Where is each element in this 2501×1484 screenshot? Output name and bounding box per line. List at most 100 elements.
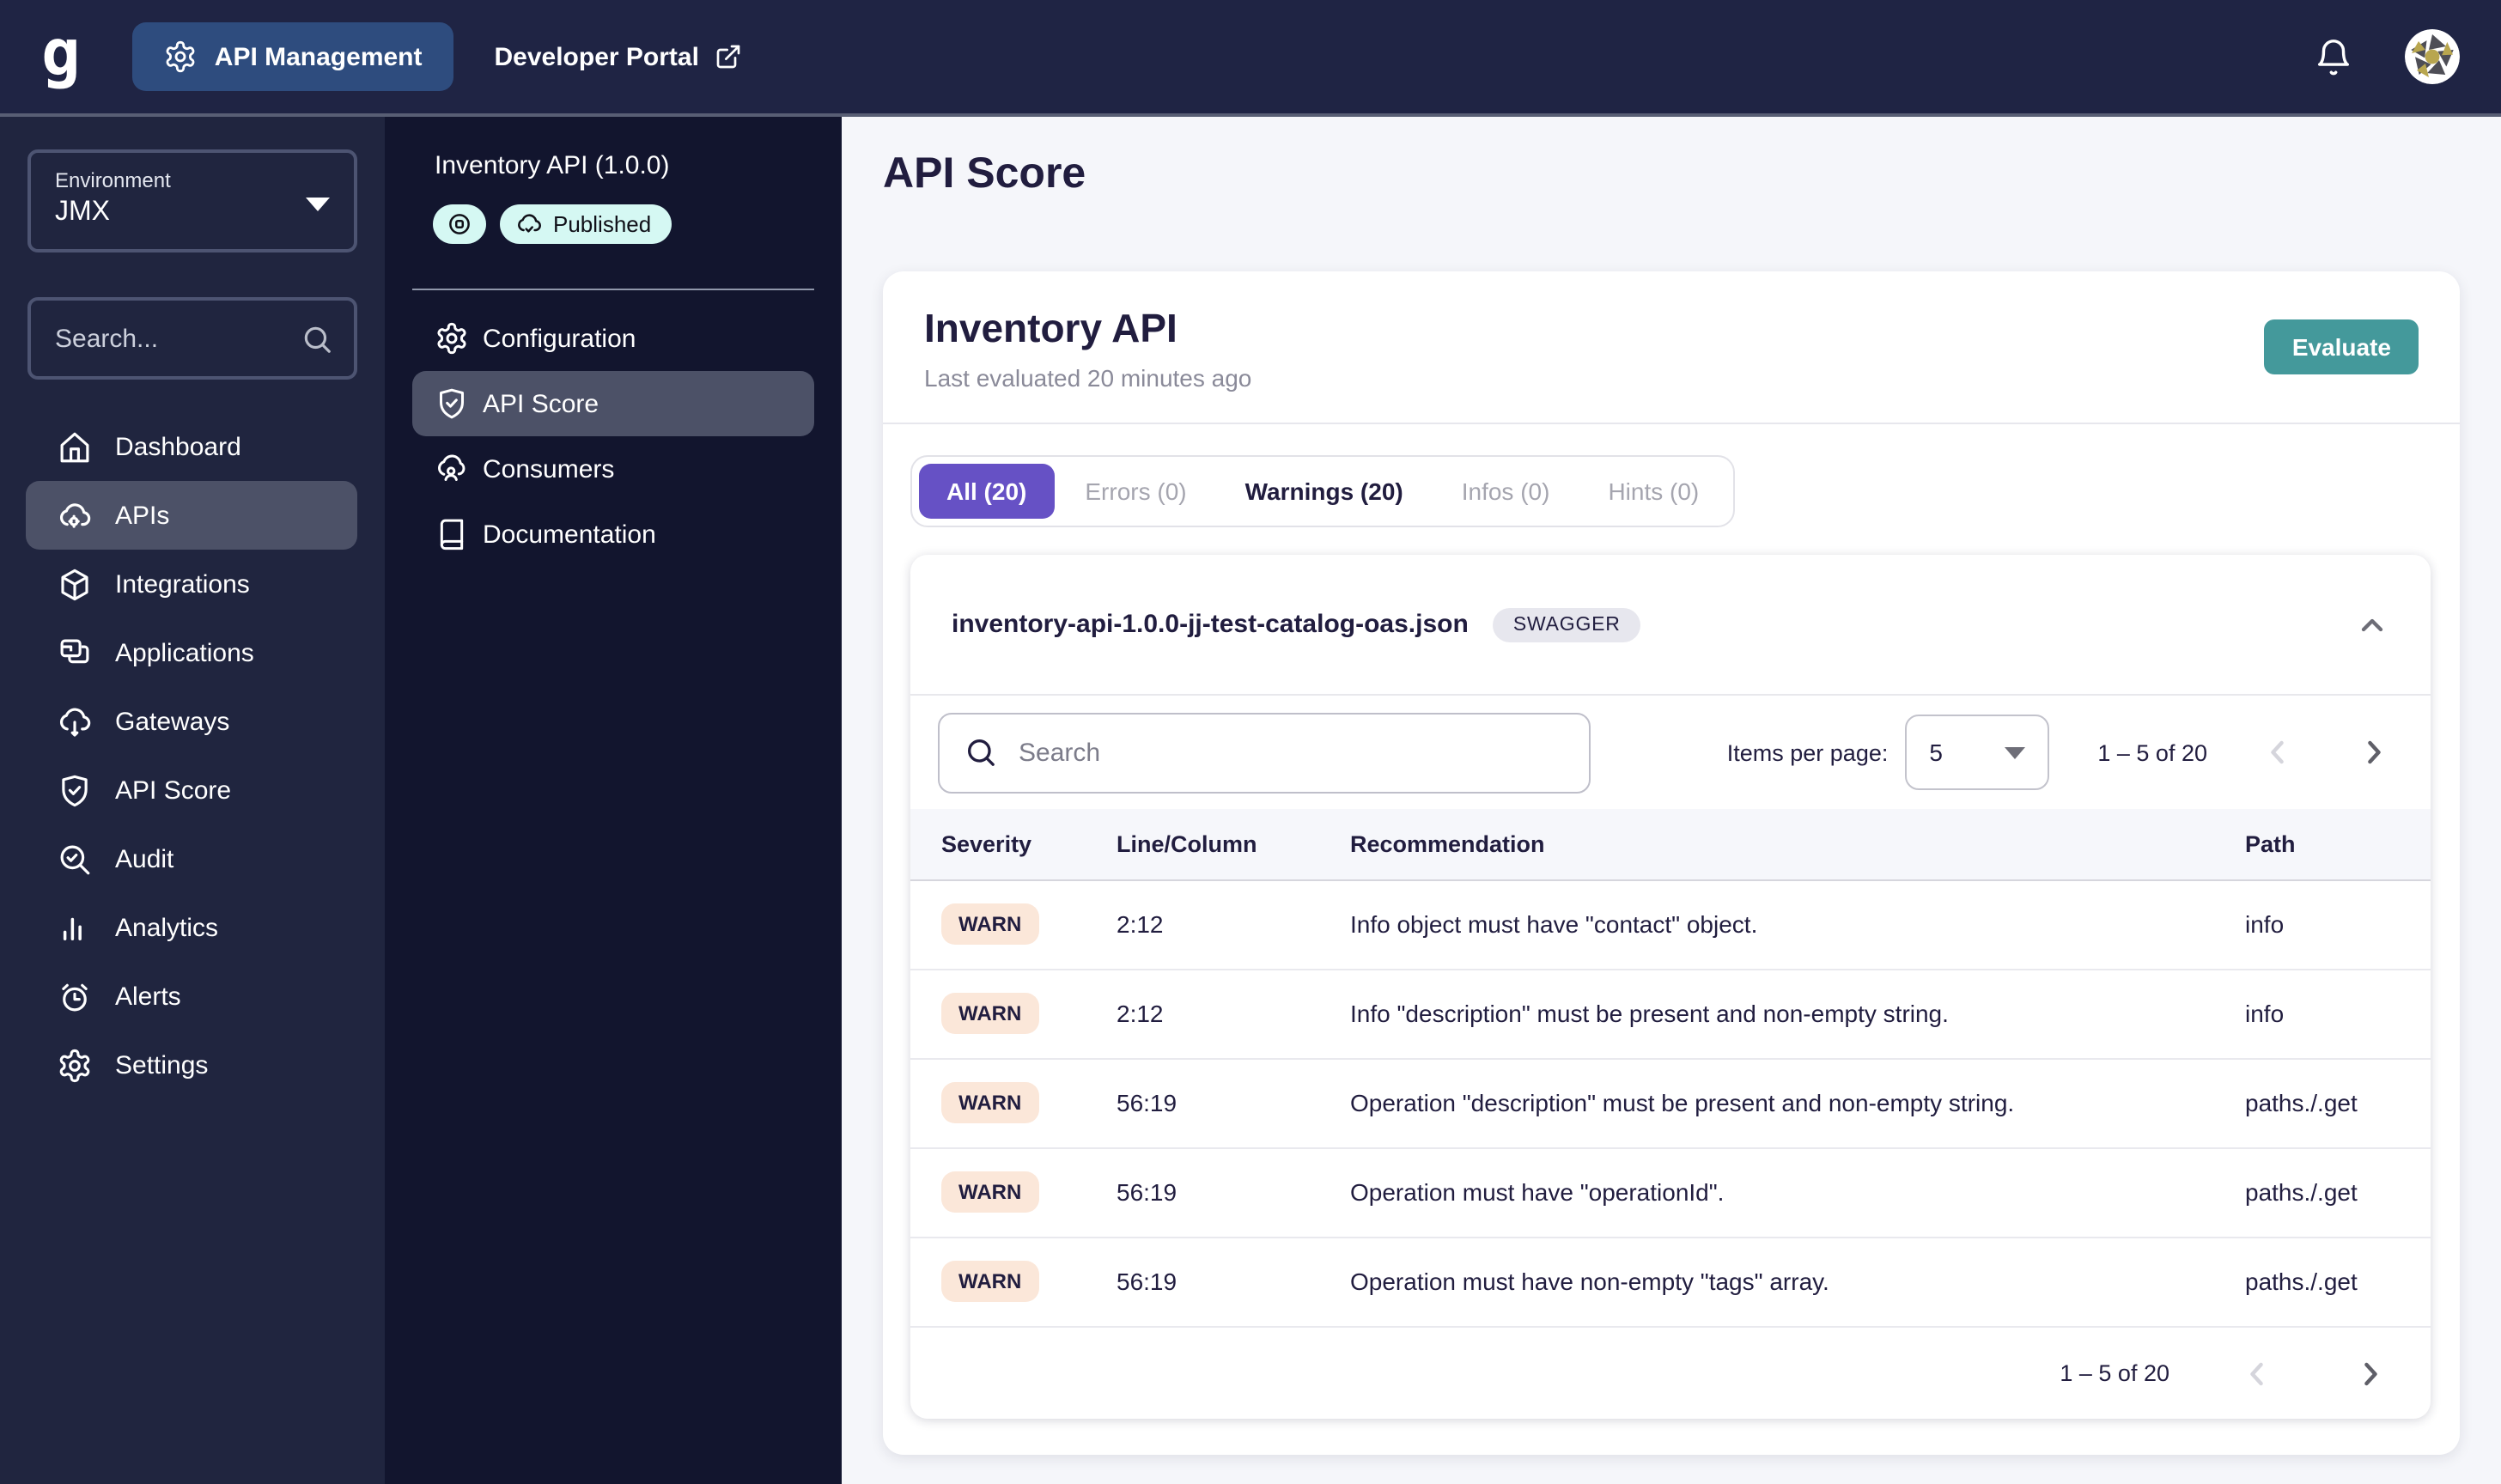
windows-icon <box>57 635 93 671</box>
sidebar-search-input[interactable] <box>55 324 301 353</box>
table-row: WARN 56:19 Operation must have non-empty… <box>910 1237 2431 1326</box>
cloud-download-icon <box>57 703 93 739</box>
column-severity: Severity <box>910 809 1117 880</box>
shield-check-icon <box>57 772 93 808</box>
alarm-clock-icon <box>57 978 93 1014</box>
column-recommendation: Recommendation <box>1350 809 2245 880</box>
api-nav-documentation[interactable]: Documentation <box>412 502 814 567</box>
card-header: Inventory API Last evaluated 20 minutes … <box>883 271 2460 424</box>
chevron-left-icon[interactable] <box>2259 733 2297 771</box>
severity-badge: WARN <box>941 903 1039 945</box>
severity-tabs: All (20) Errors (0) Warnings (20) Infos … <box>910 455 1736 527</box>
table-row: WARN 2:12 Info object must have "contact… <box>910 879 2431 970</box>
top-bar: g API Management Developer Portal <box>0 0 2501 117</box>
tab-all[interactable]: All (20) <box>919 464 1055 519</box>
cloud-check-icon <box>515 210 543 238</box>
sidebar-search <box>27 297 357 380</box>
tab-errors[interactable]: Errors (0) <box>1057 464 1214 519</box>
environment-select[interactable]: Environment JMX <box>27 149 357 252</box>
sidebar-item-gateways[interactable]: Gateways <box>26 687 357 756</box>
items-per-page-select[interactable]: 5 <box>1905 715 2050 790</box>
api-nav-api-score[interactable]: API Score <box>412 371 814 436</box>
column-line: Line/Column <box>1117 809 1350 880</box>
sidebar-item-dashboard[interactable]: Dashboard <box>26 412 357 481</box>
api-score-card: Inventory API Last evaluated 20 minutes … <box>883 271 2460 1455</box>
user-avatar[interactable] <box>2405 29 2460 84</box>
pagination-range: 1 – 5 of 20 <box>2097 739 2207 765</box>
file-name: inventory-api-1.0.0-jj-test-catalog-oas.… <box>952 610 1469 639</box>
gear-icon <box>435 321 469 356</box>
search-icon <box>964 735 998 769</box>
tab-warnings[interactable]: Warnings (20) <box>1218 464 1431 519</box>
developer-portal-link[interactable]: Developer Portal <box>495 42 742 71</box>
shield-check-icon <box>435 386 469 421</box>
api-management-button[interactable]: API Management <box>131 22 453 91</box>
pagination-range: 1 – 5 of 20 <box>2060 1360 2169 1386</box>
chevron-right-icon[interactable] <box>2355 733 2393 771</box>
file-results-card: inventory-api-1.0.0-jj-test-catalog-oas.… <box>910 555 2431 1419</box>
api-management-label: API Management <box>214 42 423 71</box>
chevron-left-icon[interactable] <box>2238 1354 2276 1392</box>
sidebar-item-audit[interactable]: Audit <box>26 824 357 893</box>
search-icon <box>301 322 333 355</box>
table-search <box>938 712 1591 793</box>
chevron-right-icon[interactable] <box>2352 1354 2389 1392</box>
severity-badge: WARN <box>941 1082 1039 1123</box>
items-per-page-label: Items per page: <box>1726 739 1889 765</box>
gear-icon <box>163 40 198 74</box>
table-row: WARN 2:12 Info "description" must be pre… <box>910 969 2431 1059</box>
card-title: Inventory API <box>924 306 1177 350</box>
published-status-badge: Published <box>500 204 672 244</box>
api-nav-consumers[interactable]: Consumers <box>412 436 814 502</box>
search-check-icon <box>57 841 93 877</box>
sidebar-item-applications[interactable]: Applications <box>26 618 357 687</box>
file-header-row: inventory-api-1.0.0-jj-test-catalog-oas.… <box>910 555 2431 694</box>
sidebar-item-alerts[interactable]: Alerts <box>26 962 357 1031</box>
sidebar-item-settings[interactable]: Settings <box>26 1031 357 1099</box>
api-sidebar: Inventory API (1.0.0) Published Configur… <box>385 117 842 1484</box>
developer-portal-label: Developer Portal <box>494 42 699 71</box>
api-title: Inventory API (1.0.0) <box>435 151 670 180</box>
chevron-down-icon <box>2005 746 2026 758</box>
environment-value: JMX <box>55 198 110 227</box>
external-link-icon <box>715 43 742 70</box>
cloud-user-icon <box>435 452 469 486</box>
severity-badge: WARN <box>941 1261 1039 1303</box>
table-footer: 1 – 5 of 20 <box>910 1326 2431 1419</box>
divider <box>412 289 814 290</box>
sidebar-item-integrations[interactable]: Integrations <box>26 550 357 618</box>
table-header-row: Severity Line/Column Recommendation Path <box>910 809 2431 880</box>
main-content: API Score Inventory API Last evaluated 2… <box>842 117 2501 1484</box>
api-nav: Configuration API Score Consumers Docume… <box>385 306 842 567</box>
page-title: API Score <box>883 149 1086 198</box>
tab-hints[interactable]: Hints (0) <box>1580 464 1726 519</box>
api-nav-configuration[interactable]: Configuration <box>412 306 814 371</box>
environment-sidebar: Environment JMX Dashboard APIs <box>0 117 385 1484</box>
column-path: Path <box>2245 809 2431 880</box>
book-icon <box>435 517 469 551</box>
main-nav: Dashboard APIs Integrations Applications… <box>0 412 385 1099</box>
table-toolbar: Items per page: 5 1 – 5 of 20 <box>910 694 2431 809</box>
table-search-input[interactable] <box>1019 738 1565 767</box>
severity-badge: WARN <box>941 1171 1039 1213</box>
bar-chart-icon <box>57 909 93 946</box>
notifications-bell-icon[interactable] <box>2314 37 2353 76</box>
focus-target-icon[interactable] <box>433 204 486 244</box>
sidebar-item-api-score[interactable]: API Score <box>26 756 357 824</box>
severity-badge: WARN <box>941 993 1039 1034</box>
recommendations-table: Severity Line/Column Recommendation Path… <box>910 809 2431 1326</box>
evaluate-button[interactable]: Evaluate <box>2264 319 2419 374</box>
app-window: g API Management Developer Portal Enviro… <box>0 0 2501 1484</box>
sidebar-item-analytics[interactable]: Analytics <box>26 893 357 962</box>
home-icon <box>57 429 93 465</box>
chevron-down-icon <box>306 198 330 211</box>
cloud-gear-icon <box>57 497 93 533</box>
chevron-up-icon[interactable] <box>2355 607 2389 642</box>
sidebar-item-apis[interactable]: APIs <box>26 481 357 550</box>
table-row: WARN 56:19 Operation "description" must … <box>910 1058 2431 1148</box>
table-row: WARN 56:19 Operation must have "operatio… <box>910 1147 2431 1238</box>
gear-icon <box>57 1047 93 1083</box>
format-chip: SWAGGER <box>1492 607 1641 642</box>
tab-infos[interactable]: Infos (0) <box>1434 464 1578 519</box>
cube-icon <box>57 566 93 602</box>
